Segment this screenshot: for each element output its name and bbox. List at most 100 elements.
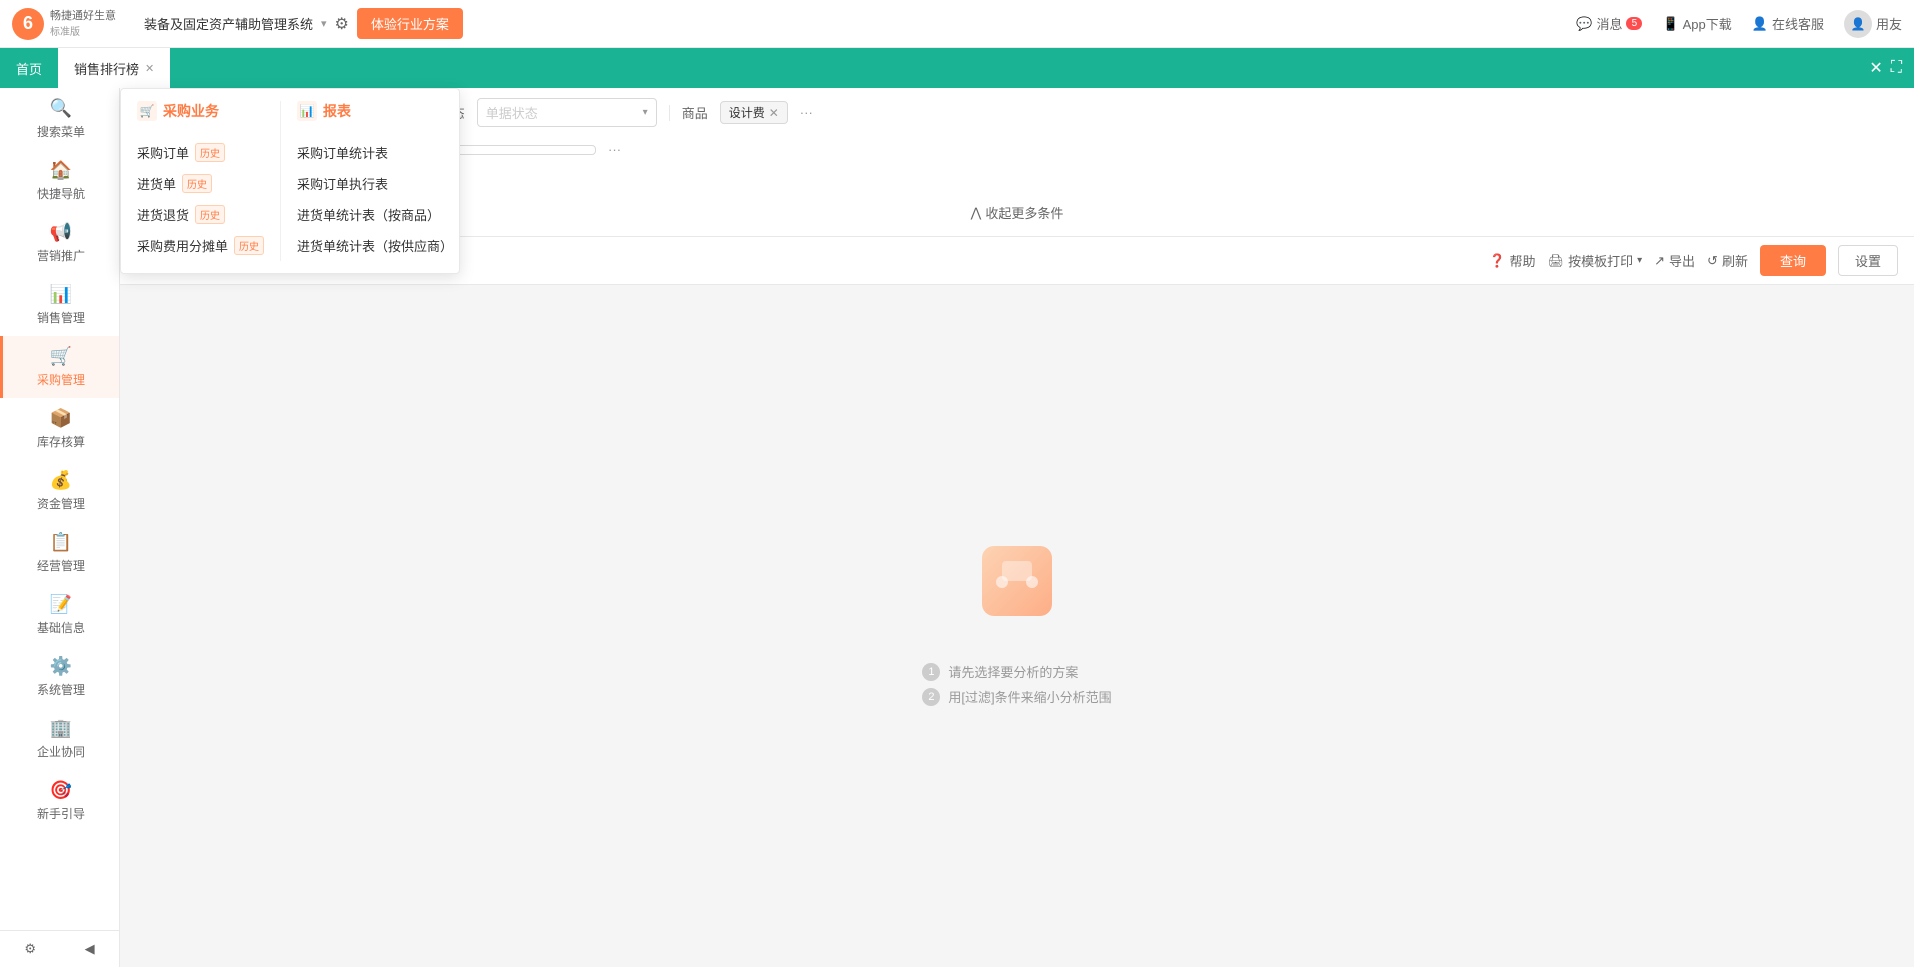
logo-line1: 畅捷通好生意 (50, 9, 116, 23)
purchase-order-exec-label: 采购订单执行表 (297, 174, 388, 193)
sidebar-item-marketing-label: 营销推广 (37, 247, 85, 264)
inbound-stats-supplier-label: 进货单统计表（按供应商） (297, 236, 453, 255)
query-button[interactable]: 查询 (1760, 245, 1826, 276)
sidebar-item-inventory[interactable]: 📦 库存核算 (0, 398, 119, 460)
print-template-label: 按模板打印 (1568, 251, 1633, 270)
messages-action[interactable]: 💬 消息 5 (1576, 14, 1642, 33)
dropdown-item-inbound-return[interactable]: 进货退货 历史 (137, 199, 264, 230)
settings-button[interactable]: 设置 (1838, 245, 1898, 276)
service-icon: 👤 (1752, 16, 1768, 32)
sidebar-settings-icon[interactable]: ⚙ (24, 941, 36, 957)
dropdown-item-purchase-order[interactable]: 采购订单 历史 (137, 137, 264, 168)
marketing-icon: 📢 (50, 222, 72, 243)
empty-steps: 1 请先选择要分析的方案 2 用[过滤]条件来缩小分析范围 (922, 662, 1111, 706)
sidebar-item-basic[interactable]: 📝 基础信息 (0, 584, 119, 646)
tab-bar-expand-icon[interactable]: ⛶ (1891, 59, 1902, 77)
collapse-label: 收起更多条件 (985, 203, 1063, 222)
report-title-label: 报表 (323, 101, 351, 121)
salesperson-ellipsis[interactable]: ··· (608, 142, 621, 157)
sales-icon: 📊 (50, 284, 72, 305)
tab-sales-rank-close[interactable]: ✕ (145, 62, 154, 75)
inbound-label: 进货单 (137, 174, 176, 193)
system-title-area: 装备及固定资产辅助管理系统 ▾ ⚙ 体验行业方案 (132, 8, 475, 39)
status-field[interactable]: 单据状态 ▾ (477, 98, 657, 127)
dropdown-report-col: 📊 报表 采购订单统计表 采购订单执行表 进货单统计表（按商品） 进货单统计表（… (280, 101, 469, 261)
sidebar-item-marketing[interactable]: 📢 营销推广 (0, 212, 119, 274)
system-icon: ⚙️ (50, 656, 72, 677)
logo-area: 6 畅捷通好生意 标准版 (12, 8, 132, 40)
industry-btn[interactable]: 体验行业方案 (357, 8, 463, 39)
user-label: 用友 (1876, 14, 1902, 33)
purchase-order-stats-label: 采购订单统计表 (297, 143, 388, 162)
dropdown-purchase-title: 🛒 采购业务 (137, 101, 264, 127)
header-right: 💬 消息 5 📱 App下载 👤 在线客服 👤 用友 (1576, 10, 1902, 38)
app-download-label: App下载 (1683, 14, 1732, 33)
dropdown-item-purchase-cost[interactable]: 采购费用分摊单 历史 (137, 230, 264, 261)
help-label: 帮助 (1510, 251, 1536, 270)
dropdown-report-title: 📊 报表 (297, 101, 453, 127)
sidebar-item-operations[interactable]: 📋 经营管理 (0, 522, 119, 584)
dropdown-item-purchase-order-stats[interactable]: 采购订单统计表 (297, 137, 453, 168)
purchase-cost-label: 采购费用分摊单 (137, 236, 228, 255)
goods-ellipsis[interactable]: ··· (800, 105, 813, 120)
sidebar-item-basic-label: 基础信息 (37, 619, 85, 636)
tab-sales-rank[interactable]: 销售排行榜 ✕ (58, 48, 170, 88)
basic-icon: 📝 (50, 594, 72, 615)
sidebar-item-quick-nav[interactable]: 🏠 快捷导航 (0, 150, 119, 212)
export-icon: ↗ (1654, 253, 1665, 269)
sidebar-item-enterprise[interactable]: 🏢 企业协同 (0, 708, 119, 770)
logo-line2: 标准版 (50, 23, 116, 38)
goods-tag-value: 设计费 (729, 104, 765, 121)
tab-bar-end: ✕ ⛶ (1857, 48, 1914, 88)
sidebar-item-system[interactable]: ⚙️ 系统管理 (0, 646, 119, 708)
refresh-action[interactable]: ↺ 刷新 (1707, 251, 1748, 270)
user-avatar: 👤 (1844, 10, 1872, 38)
finance-icon: 💰 (50, 470, 72, 491)
help-action[interactable]: ❓ 帮助 (1489, 251, 1535, 270)
dropdown-menu: 🛒 采购业务 采购订单 历史 进货单 历史 进货退货 历史 采购费用分摊单 历史… (120, 88, 460, 274)
tab-bar-close-icon[interactable]: ✕ (1869, 58, 1882, 78)
tab-sales-rank-label: 销售排行榜 (74, 59, 139, 78)
sidebar-item-inventory-label: 库存核算 (37, 433, 85, 450)
sidebar-item-purchase-label: 采购管理 (37, 371, 85, 388)
purchase-order-history: 历史 (195, 143, 225, 162)
report-title-icon: 📊 (297, 101, 317, 121)
step-2-label: 用[过滤]条件来缩小分析范围 (948, 687, 1111, 706)
system-settings-icon[interactable]: ⚙ (335, 14, 349, 34)
step-1-label: 请先选择要分析的方案 (948, 662, 1078, 681)
print-arrow: ▾ (1637, 255, 1642, 266)
phone-icon: 📱 (1662, 16, 1678, 32)
top-header: 6 畅捷通好生意 标准版 装备及固定资产辅助管理系统 ▾ ⚙ 体验行业方案 💬 … (0, 0, 1914, 48)
sidebar-item-search[interactable]: 🔍 搜索菜单 (0, 88, 119, 150)
inbound-return-label: 进货退货 (137, 205, 189, 224)
empty-state: 1 请先选择要分析的方案 2 用[过滤]条件来缩小分析范围 (120, 285, 1914, 967)
sidebar-item-beginner[interactable]: 🎯 新手引导 (0, 770, 119, 832)
system-title-arrow[interactable]: ▾ (321, 17, 327, 30)
tab-home[interactable]: 首页 (0, 48, 58, 88)
dropdown-item-inbound-stats-supplier[interactable]: 进货单统计表（按供应商） (297, 230, 453, 261)
logo-icon: 6 (12, 8, 44, 40)
dropdown-item-inbound[interactable]: 进货单 历史 (137, 168, 264, 199)
goods-tag-close[interactable]: ✕ (769, 106, 779, 120)
print-template-action[interactable]: 🖨 按模板打印 ▾ (1548, 251, 1643, 270)
sidebar-collapse-icon[interactable]: ◀ (85, 941, 95, 957)
help-icon: ❓ (1489, 253, 1505, 269)
system-title: 装备及固定资产辅助管理系统 (144, 14, 313, 33)
collapse-arrow: ⋀ (971, 205, 982, 221)
sidebar-item-finance[interactable]: 💰 资金管理 (0, 460, 119, 522)
sidebar-item-purchase[interactable]: 🛒 采购管理 (0, 336, 119, 398)
dropdown-item-inbound-stats-goods[interactable]: 进货单统计表（按商品） (297, 199, 453, 230)
dropdown-item-purchase-order-exec[interactable]: 采购订单执行表 (297, 168, 453, 199)
message-icon: 💬 (1576, 16, 1592, 32)
user-area[interactable]: 👤 用友 (1844, 10, 1902, 38)
purchase-cost-history: 历史 (234, 236, 264, 255)
export-action[interactable]: ↗ 导出 (1654, 251, 1695, 270)
app-download-action[interactable]: 📱 App下载 (1662, 14, 1731, 33)
online-service-action[interactable]: 👤 在线客服 (1752, 14, 1824, 33)
sidebar-item-sales[interactable]: 📊 销售管理 (0, 274, 119, 336)
sidebar-item-enterprise-label: 企业协同 (37, 743, 85, 760)
step-num-1: 1 (922, 663, 940, 681)
empty-step-1: 1 请先选择要分析的方案 (922, 662, 1111, 681)
status-placeholder: 单据状态 (486, 103, 637, 122)
print-icon: 🖨 (1548, 253, 1565, 269)
